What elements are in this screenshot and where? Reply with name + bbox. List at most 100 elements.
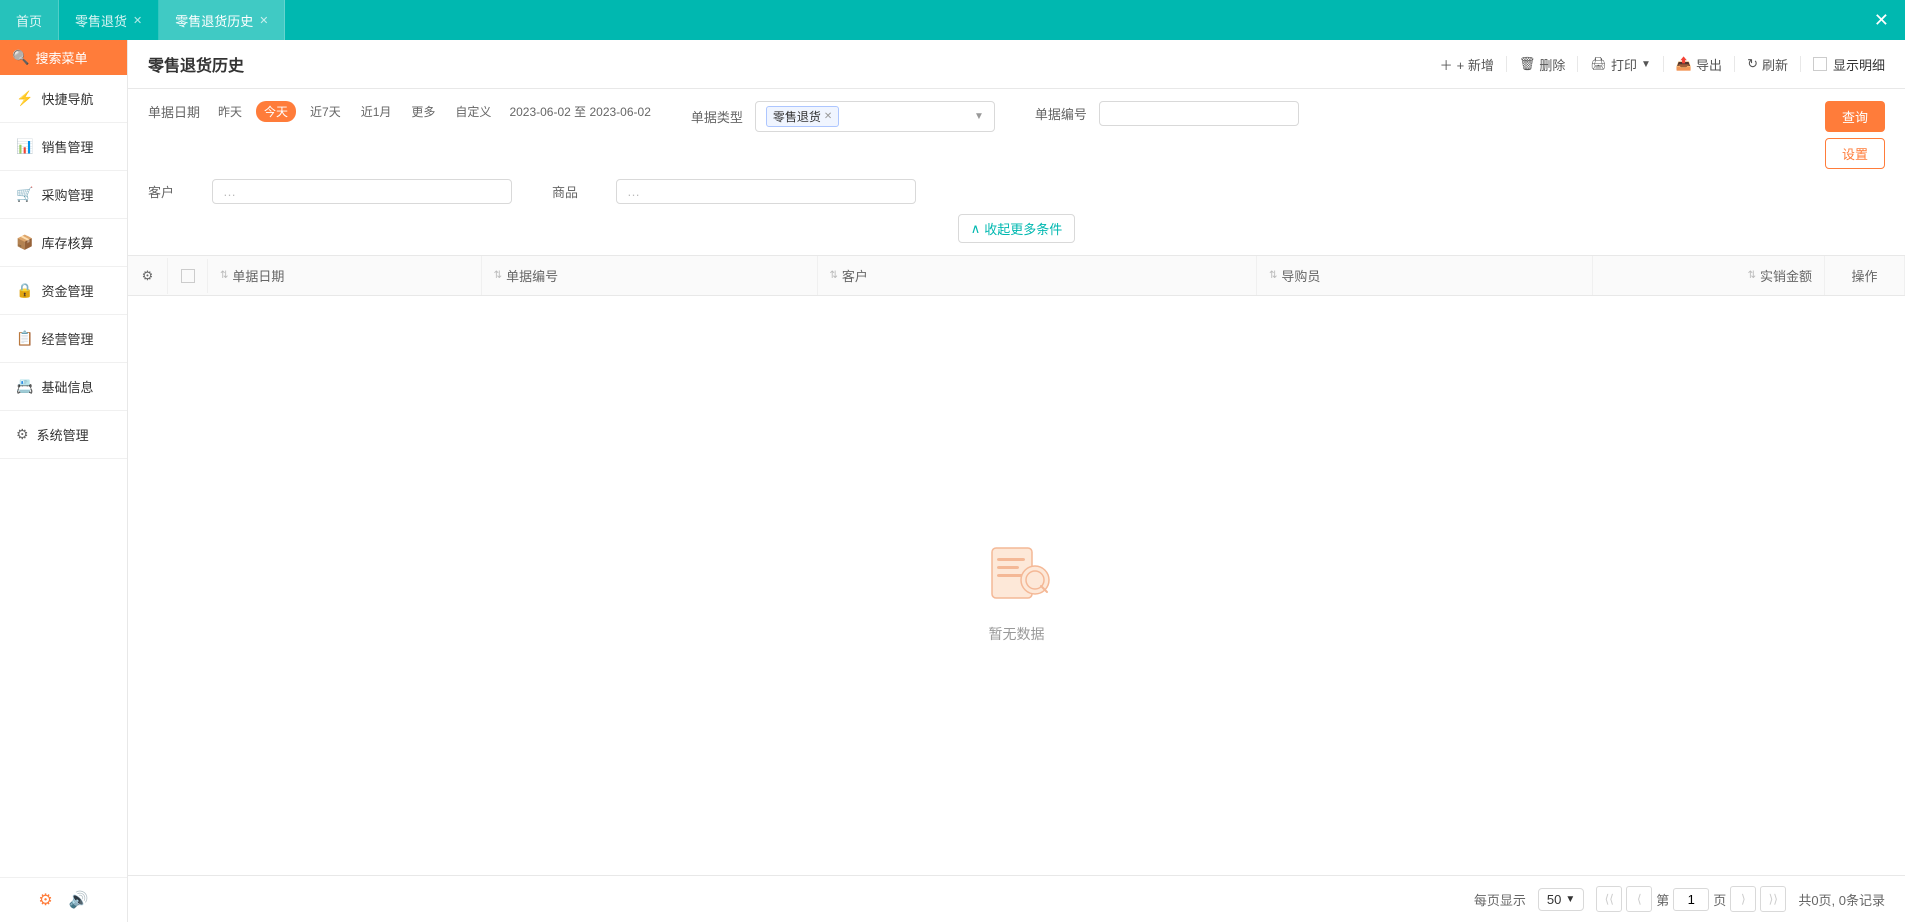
customer-placeholder: … (223, 184, 501, 199)
sidebar-item-basic-info[interactable]: 📇 基础信息 (0, 363, 127, 411)
th-ops-label: 操作 (1851, 266, 1877, 285)
date-btn-custom[interactable]: 自定义 (449, 101, 497, 122)
page-first-button[interactable]: ⟨⟨ (1596, 886, 1622, 912)
page-unit: 页 (1713, 890, 1726, 909)
sidebar-item-inventory-label: 库存核算 (41, 233, 93, 252)
add-button[interactable]: ＋ + 新增 (1440, 55, 1494, 74)
tab-retail-return-history-close[interactable]: ✕ (259, 14, 268, 27)
window-close-button[interactable]: ✕ (1874, 10, 1889, 31)
doc-num-label: 单据编号 (1035, 104, 1091, 123)
total-info: 共0页, 0条记录 (1798, 890, 1885, 909)
sidebar-item-system-label: 系统管理 (37, 425, 89, 444)
collapse-button[interactable]: ∧ 收起更多条件 (958, 214, 1076, 243)
search-bar-text: 搜索菜单 (35, 48, 87, 67)
th-gear[interactable]: ⚙ (128, 258, 168, 294)
settings-bottom-icon[interactable]: ⚙ (38, 890, 52, 910)
sort-guide-icon: ⇅ (1269, 270, 1277, 281)
page-prev-button[interactable]: ⟨ (1626, 886, 1652, 912)
divider-2 (1577, 56, 1578, 72)
th-customer[interactable]: ⇅ 客户 (818, 256, 1257, 295)
goods-select[interactable]: … (616, 179, 916, 204)
add-icon: ＋ (1440, 55, 1453, 74)
sidebar-item-sales-mgmt[interactable]: 📊 销售管理 (0, 123, 127, 171)
top-bar-right: ✕ (1874, 10, 1905, 31)
sidebar-item-inventory[interactable]: 📦 库存核算 (0, 219, 127, 267)
date-range-display: 2023-06-02 至 2023-06-02 (509, 103, 650, 120)
export-icon: 📤 (1676, 56, 1692, 72)
tab-retail-return-label: 零售退货 (75, 11, 127, 30)
collapse-label: 收起更多条件 (984, 219, 1062, 238)
tab-retail-return-close[interactable]: ✕ (133, 14, 142, 27)
th-amount[interactable]: ⇅ 实销金额 (1593, 256, 1825, 295)
th-checkbox[interactable] (168, 259, 208, 293)
date-btn-1month[interactable]: 近1月 (355, 101, 398, 122)
page-size-arrow: ▼ (1565, 894, 1575, 905)
sidebar-item-purchase-mgmt-label: 采购管理 (41, 185, 93, 204)
sidebar-item-operation-label: 经营管理 (41, 329, 93, 348)
date-btn-7days[interactable]: 近7天 (304, 101, 347, 122)
page-size-select[interactable]: 50 ▼ (1538, 888, 1584, 911)
page-title: 零售退货历史 (148, 52, 244, 76)
gear-icon: ⚙ (142, 268, 154, 284)
doc-num-input[interactable] (1099, 101, 1299, 126)
purchase-mgmt-icon: 🛒 (16, 186, 33, 203)
refresh-label: 刷新 (1762, 55, 1788, 74)
doc-type-tag: 零售退货 ✕ (766, 106, 839, 127)
sidebar-item-system[interactable]: ⚙ 系统管理 (0, 411, 127, 459)
refresh-button[interactable]: ↻ 刷新 (1747, 55, 1788, 74)
finance-icon: 🔒 (16, 282, 33, 299)
customer-select[interactable]: … (212, 179, 512, 204)
tab-home[interactable]: 首页 (0, 0, 59, 40)
tab-retail-return[interactable]: 零售退货 ✕ (59, 0, 159, 40)
sales-mgmt-icon: 📊 (16, 138, 33, 155)
delete-button[interactable]: 🗑 删除 (1519, 55, 1566, 74)
date-btn-yesterday[interactable]: 昨天 (212, 101, 248, 122)
content-area: 零售退货历史 ＋ + 新增 🗑 删除 🖨 打印 ▼ (128, 40, 1905, 922)
search-bar[interactable]: 🔍 搜索菜单 (0, 40, 127, 75)
sidebar-item-sales-mgmt-label: 销售管理 (41, 137, 93, 156)
table-area: ⚙ ⇅ 单据日期 ⇅ 单据编号 ⇅ 客户 ⇅ (128, 256, 1905, 875)
delete-label: 删除 (1539, 55, 1565, 74)
th-date[interactable]: ⇅ 单据日期 (208, 256, 482, 295)
setting-button[interactable]: 设置 (1825, 138, 1885, 169)
basic-info-icon: 📇 (16, 378, 33, 395)
page-last-button[interactable]: ⟩⟩ (1760, 886, 1786, 912)
inventory-icon: 📦 (16, 234, 33, 251)
print-arrow-icon: ▼ (1641, 59, 1651, 70)
page-next-button[interactable]: ⟩ (1730, 886, 1756, 912)
doc-type-select[interactable]: 零售退货 ✕ ▼ (755, 101, 995, 132)
tab-list: 首页 零售退货 ✕ 零售退货历史 ✕ (0, 0, 1874, 40)
customer-placeholder-text: … (223, 184, 236, 199)
print-button[interactable]: 🖨 打印 ▼ (1590, 55, 1650, 74)
sidebar-item-finance[interactable]: 🔒 资金管理 (0, 267, 127, 315)
top-bar: 首页 零售退货 ✕ 零售退货历史 ✕ ✕ (0, 0, 1905, 40)
th-guide[interactable]: ⇅ 导购员 (1257, 256, 1593, 295)
doc-type-select-arrow: ▼ (974, 111, 984, 122)
query-button[interactable]: 查询 (1825, 101, 1885, 132)
refresh-icon: ↻ (1747, 56, 1758, 72)
header-checkbox[interactable] (181, 269, 195, 283)
system-icon: ⚙ (16, 426, 29, 443)
sidebar-item-operation[interactable]: 📋 经营管理 (0, 315, 127, 363)
volume-bottom-icon[interactable]: 🔊 (69, 890, 89, 910)
th-docnum[interactable]: ⇅ 单据编号 (482, 256, 818, 295)
page-size-value: 50 (1547, 892, 1561, 907)
doc-type-label: 单据类型 (691, 107, 747, 126)
sidebar: 🔍 搜索菜单 ⚡ 快捷导航 📊 销售管理 🛒 采购管理 📦 库存核算 🔒 资金管… (0, 40, 128, 922)
date-btn-today[interactable]: 今天 (256, 101, 296, 122)
date-btn-more[interactable]: 更多 (405, 101, 441, 122)
divider-5 (1800, 56, 1801, 72)
display-detail-checkbox[interactable] (1813, 57, 1827, 71)
doc-type-tag-close[interactable]: ✕ (824, 111, 832, 122)
page-number-input[interactable] (1673, 888, 1709, 911)
sidebar-item-purchase-mgmt[interactable]: 🛒 采购管理 (0, 171, 127, 219)
sort-date-icon: ⇅ (220, 270, 228, 281)
export-label: 导出 (1696, 55, 1722, 74)
doc-type-tag-label: 零售退货 (773, 108, 821, 125)
sidebar-item-quick-nav[interactable]: ⚡ 快捷导航 (0, 75, 127, 123)
tab-home-label: 首页 (16, 11, 42, 30)
export-button[interactable]: 📤 导出 (1676, 55, 1722, 74)
date-filter-label: 单据日期 (148, 102, 204, 121)
pagination: 每页显示 50 ▼ ⟨⟨ ⟨ 第 页 ⟩ ⟩⟩ 共0页, 0条记录 (128, 875, 1905, 922)
tab-retail-return-history[interactable]: 零售退货历史 ✕ (159, 0, 285, 40)
